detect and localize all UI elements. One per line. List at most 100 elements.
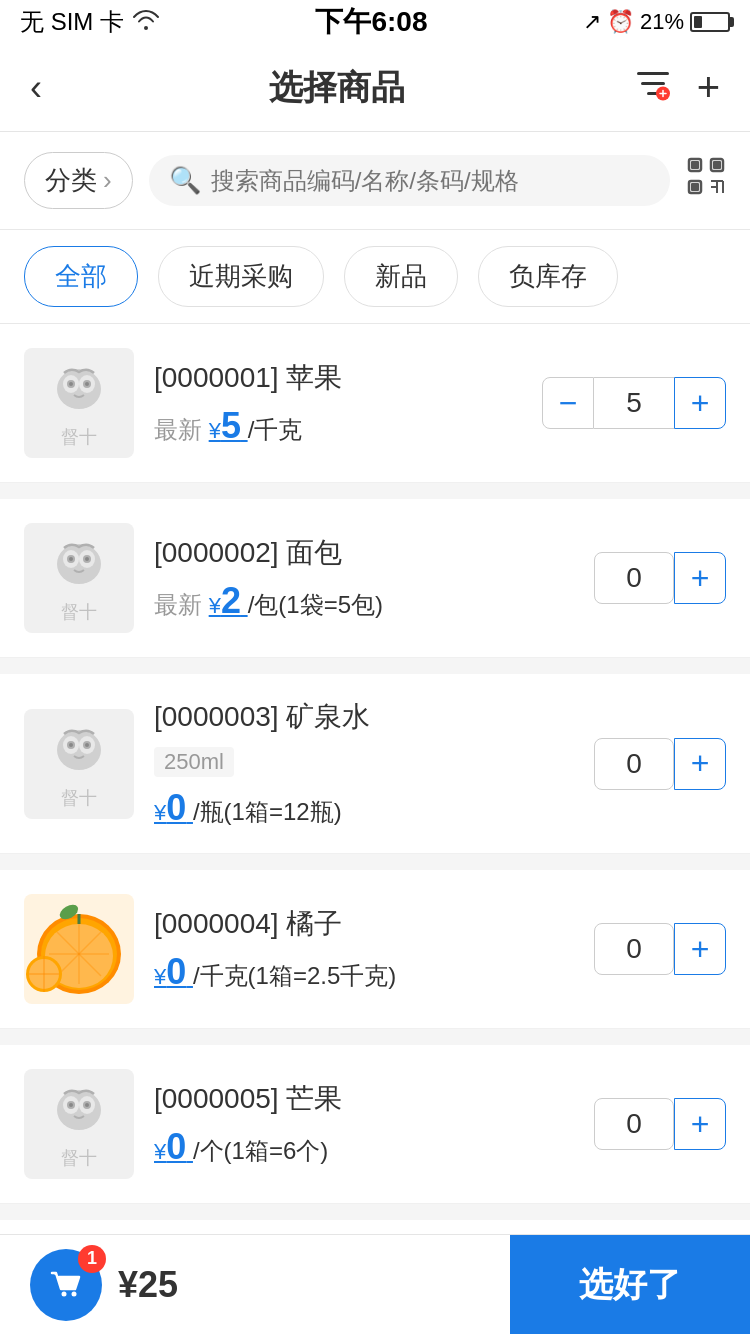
sim-status: 无 SIM 卡	[20, 6, 124, 38]
owl-placeholder: 督十	[24, 709, 134, 819]
bottom-bar: 1 ¥25 选好了	[0, 1234, 750, 1334]
category-button[interactable]: 分类 ›	[24, 152, 133, 209]
cart-total: ¥25	[118, 1264, 178, 1306]
product-name: [0000001] 苹果	[154, 359, 522, 397]
price-unit: /瓶(1箱=12瓶)	[193, 798, 342, 825]
svg-point-54	[69, 1103, 73, 1107]
product-name: [0000003] 矿泉水	[154, 698, 574, 736]
price-value: ¥0	[154, 962, 193, 989]
back-button[interactable]: ‹	[30, 67, 42, 109]
list-item: 督十 [0000003] 矿泉水 250ml ¥0 /瓶(1箱=12瓶) 0 +	[0, 674, 750, 854]
product-list: 督十 [0000001] 苹果 最新 ¥5 /千克 − +	[0, 324, 750, 1334]
price-unit: /个(1箱=6个)	[193, 1137, 328, 1164]
category-label: 分类	[45, 163, 97, 198]
quantity-display: 0	[594, 923, 674, 975]
svg-point-34	[69, 743, 73, 747]
product-name: [0000002] 面包	[154, 534, 574, 572]
svg-rect-1	[641, 82, 665, 85]
status-time: 下午6:08	[315, 3, 427, 41]
price-unit: /包(1袋=5包)	[248, 591, 383, 618]
quantity-display: 0	[594, 552, 674, 604]
product-info: [0000004] 橘子 ¥0 /千克(1箱=2.5千克)	[154, 905, 574, 993]
svg-point-21	[85, 382, 89, 386]
quantity-input[interactable]	[594, 377, 674, 429]
brand-text: 督十	[61, 425, 97, 449]
scan-icon[interactable]	[686, 156, 726, 205]
price-label: 最新	[154, 416, 209, 443]
product-name: [0000005] 芒果	[154, 1080, 574, 1118]
brand-text: 督十	[61, 600, 97, 624]
tab-recent[interactable]: 近期采购	[158, 246, 324, 307]
product-spec: 250ml	[154, 747, 234, 777]
svg-point-22	[57, 544, 101, 584]
svg-point-55	[85, 1103, 89, 1107]
tab-new[interactable]: 新品	[344, 246, 458, 307]
status-left: 无 SIM 卡	[20, 6, 160, 38]
add-icon[interactable]: +	[697, 65, 720, 110]
search-bar: 🔍	[149, 155, 670, 206]
owl-icon	[49, 1078, 109, 1142]
product-info: [0000001] 苹果 最新 ¥5 /千克	[154, 359, 522, 447]
tab-all[interactable]: 全部	[24, 246, 138, 307]
battery-percent: 21%	[640, 9, 684, 35]
price-value: ¥5	[209, 416, 248, 443]
quantity-increase-button[interactable]: +	[674, 552, 726, 604]
quantity-increase-button[interactable]: +	[674, 738, 726, 790]
nav-bar: ‹ 选择商品 +	[0, 44, 750, 132]
filter-icon[interactable]	[633, 66, 673, 109]
product-name: [0000004] 橘子	[154, 905, 574, 943]
owl-placeholder: 督十	[24, 523, 134, 633]
brand-text: 督十	[61, 1146, 97, 1170]
svg-point-70	[62, 1291, 67, 1296]
filter-tabs: 全部 近期采购 新品 负库存	[0, 230, 750, 324]
svg-rect-9	[691, 183, 699, 191]
quantity-control: 0 +	[594, 552, 726, 604]
quantity-control: 0 +	[594, 923, 726, 975]
status-bar: 无 SIM 卡 下午6:08 ↗ ⏰ 21%	[0, 0, 750, 44]
location-icon: ↗	[583, 9, 601, 35]
owl-icon	[49, 532, 109, 596]
quantity-control: − +	[542, 377, 726, 429]
quantity-increase-button[interactable]: +	[674, 923, 726, 975]
product-price: ¥0 /千克(1箱=2.5千克)	[154, 951, 574, 993]
product-price: 最新 ¥2 /包(1袋=5包)	[154, 580, 574, 622]
quantity-control: 0 +	[594, 1098, 726, 1150]
list-item: 督十 [0000001] 苹果 最新 ¥5 /千克 − +	[0, 324, 750, 483]
search-icon: 🔍	[169, 165, 201, 196]
quantity-increase-button[interactable]: +	[674, 377, 726, 429]
product-image	[24, 894, 134, 1004]
tab-negative[interactable]: 负库存	[478, 246, 618, 307]
price-value: ¥0	[154, 798, 193, 825]
search-input[interactable]	[211, 167, 650, 195]
price-unit: /千克	[248, 416, 303, 443]
list-item: 督十 [0000005] 芒果 ¥0 /个(1箱=6个) 0 +	[0, 1045, 750, 1204]
confirm-button[interactable]: 选好了	[510, 1235, 750, 1335]
svg-point-49	[57, 1090, 101, 1130]
owl-icon	[49, 718, 109, 782]
svg-rect-0	[637, 72, 669, 75]
alarm-icon: ⏰	[607, 9, 634, 35]
svg-point-35	[85, 743, 89, 747]
svg-point-28	[85, 557, 89, 561]
quantity-display: 0	[594, 1098, 674, 1150]
quantity-decrease-button[interactable]: −	[542, 377, 594, 429]
product-image: 督十	[24, 709, 134, 819]
price-unit: /千克(1箱=2.5千克)	[193, 962, 396, 989]
cart-icon[interactable]: 1	[30, 1249, 102, 1321]
quantity-increase-button[interactable]: +	[674, 1098, 726, 1150]
owl-placeholder: 督十	[24, 1069, 134, 1179]
battery-icon	[690, 12, 730, 32]
quantity-control: 0 +	[594, 738, 726, 790]
owl-placeholder: 督十	[24, 348, 134, 458]
product-price: ¥0 /个(1箱=6个)	[154, 1126, 574, 1168]
product-price: ¥0 /瓶(1箱=12瓶)	[154, 787, 574, 829]
svg-rect-8	[713, 161, 721, 169]
toolbar: 分类 › 🔍	[0, 132, 750, 230]
nav-actions: +	[633, 65, 720, 110]
svg-point-27	[69, 557, 73, 561]
status-right: ↗ ⏰ 21%	[583, 9, 730, 35]
list-item: [0000004] 橘子 ¥0 /千克(1箱=2.5千克) 0 +	[0, 870, 750, 1029]
chevron-right-icon: ›	[103, 165, 112, 196]
svg-rect-7	[691, 161, 699, 169]
svg-point-20	[69, 382, 73, 386]
